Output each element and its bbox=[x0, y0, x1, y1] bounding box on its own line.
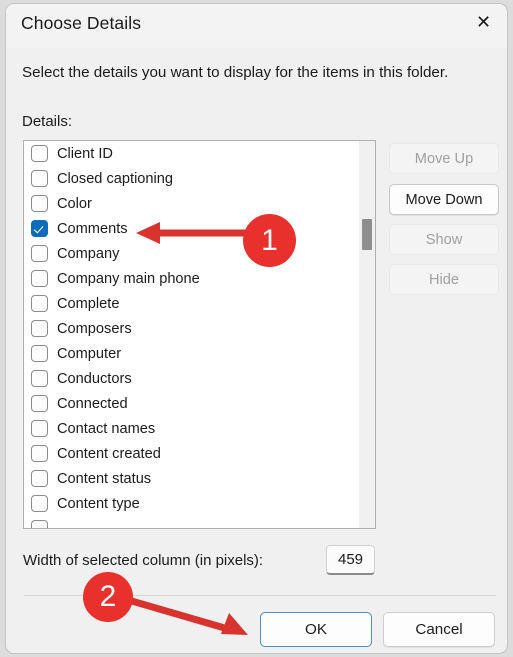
list-item[interactable]: Content type bbox=[24, 491, 359, 516]
show-button[interactable]: Show bbox=[389, 224, 499, 255]
screenshot-root: Choose Details ✕ Select the details you … bbox=[0, 0, 513, 657]
dialog-instruction-text: Select the details you want to display f… bbox=[22, 64, 449, 81]
list-item[interactable]: Client ID bbox=[24, 141, 359, 166]
dialog-title: Choose Details bbox=[21, 13, 142, 33]
move-down-button[interactable]: Move Down bbox=[389, 184, 499, 215]
checkbox-unchecked-icon[interactable] bbox=[31, 520, 48, 528]
checkbox-unchecked-icon[interactable] bbox=[31, 370, 48, 387]
choose-details-dialog: Choose Details ✕ Select the details you … bbox=[5, 3, 508, 654]
list-item-label: Client ID bbox=[57, 145, 113, 162]
list-item-label: Content type bbox=[57, 495, 140, 512]
list-item[interactable]: Contact names bbox=[24, 416, 359, 441]
cancel-button[interactable]: Cancel bbox=[383, 612, 495, 647]
cancel-label: Cancel bbox=[415, 621, 463, 638]
column-width-input[interactable]: 459 bbox=[326, 545, 375, 575]
list-item-label: Closed captioning bbox=[57, 170, 174, 187]
ok-label: OK bbox=[305, 621, 327, 638]
ok-button[interactable]: OK bbox=[260, 612, 372, 647]
checkbox-unchecked-icon[interactable] bbox=[31, 170, 48, 187]
checkbox-unchecked-icon[interactable] bbox=[31, 345, 48, 362]
list-scrollbar-track[interactable] bbox=[359, 141, 375, 528]
list-item[interactable]: Connected bbox=[24, 391, 359, 416]
list-item[interactable]: Computer bbox=[24, 341, 359, 366]
checkbox-unchecked-icon[interactable] bbox=[31, 245, 48, 262]
list-item-label: Color bbox=[57, 195, 92, 212]
list-item[interactable]: Content created bbox=[24, 441, 359, 466]
list-item[interactable]: Composers bbox=[24, 316, 359, 341]
list-item-label: Conductors bbox=[57, 370, 132, 387]
checkbox-unchecked-icon[interactable] bbox=[31, 145, 48, 162]
footer-divider bbox=[24, 595, 496, 596]
checkbox-unchecked-icon[interactable] bbox=[31, 420, 48, 437]
column-width-label: Width of selected column (in pixels): bbox=[23, 552, 264, 569]
list-item-label: Company bbox=[57, 245, 120, 262]
list-item[interactable]: Company bbox=[24, 241, 359, 266]
list-item-label: Computer bbox=[57, 345, 122, 362]
checkbox-unchecked-icon[interactable] bbox=[31, 445, 48, 462]
list-item-label: Contact names bbox=[57, 420, 156, 437]
list-item-label: Composers bbox=[57, 320, 132, 337]
list-item[interactable]: Company main phone bbox=[24, 266, 359, 291]
checkbox-unchecked-icon[interactable] bbox=[31, 195, 48, 212]
close-icon: ✕ bbox=[475, 12, 492, 33]
details-listbox[interactable]: Client ID Closed captioning Color Comments C… bbox=[23, 140, 376, 529]
move-up-label: Move Up bbox=[414, 150, 474, 167]
list-item-label: Content created bbox=[57, 445, 161, 462]
list-item[interactable]: Conductors bbox=[24, 366, 359, 391]
checkbox-unchecked-icon[interactable] bbox=[31, 495, 48, 512]
details-list: Client ID Closed captioning Color Comments C… bbox=[24, 141, 359, 528]
list-item[interactable]: Complete bbox=[24, 291, 359, 316]
move-down-label: Move Down bbox=[405, 191, 483, 208]
list-item[interactable] bbox=[24, 516, 359, 528]
close-button[interactable]: ✕ bbox=[460, 4, 507, 42]
list-item-label: Comments bbox=[57, 220, 128, 237]
list-item[interactable]: Color bbox=[24, 191, 359, 216]
list-item-label: Connected bbox=[57, 395, 128, 412]
checkbox-unchecked-icon[interactable] bbox=[31, 470, 48, 487]
details-label: Details: bbox=[22, 113, 73, 130]
list-item[interactable]: Comments bbox=[24, 216, 359, 241]
show-label: Show bbox=[425, 231, 463, 248]
checkbox-unchecked-icon[interactable] bbox=[31, 320, 48, 337]
checkbox-unchecked-icon[interactable] bbox=[31, 270, 48, 287]
checkbox-unchecked-icon[interactable] bbox=[31, 295, 48, 312]
move-up-button[interactable]: Move Up bbox=[389, 143, 499, 174]
list-item-label: Complete bbox=[57, 295, 120, 312]
dialog-titlebar: Choose Details ✕ bbox=[6, 4, 507, 48]
hide-label: Hide bbox=[428, 271, 459, 288]
list-item-label: Company main phone bbox=[57, 270, 200, 287]
hide-button[interactable]: Hide bbox=[389, 264, 499, 295]
checkbox-checked-icon[interactable] bbox=[31, 220, 48, 237]
list-scrollbar-thumb[interactable] bbox=[362, 219, 372, 250]
list-item[interactable]: Content status bbox=[24, 466, 359, 491]
checkbox-unchecked-icon[interactable] bbox=[31, 395, 48, 412]
list-item[interactable]: Closed captioning bbox=[24, 166, 359, 191]
list-item-label: Content status bbox=[57, 470, 152, 487]
